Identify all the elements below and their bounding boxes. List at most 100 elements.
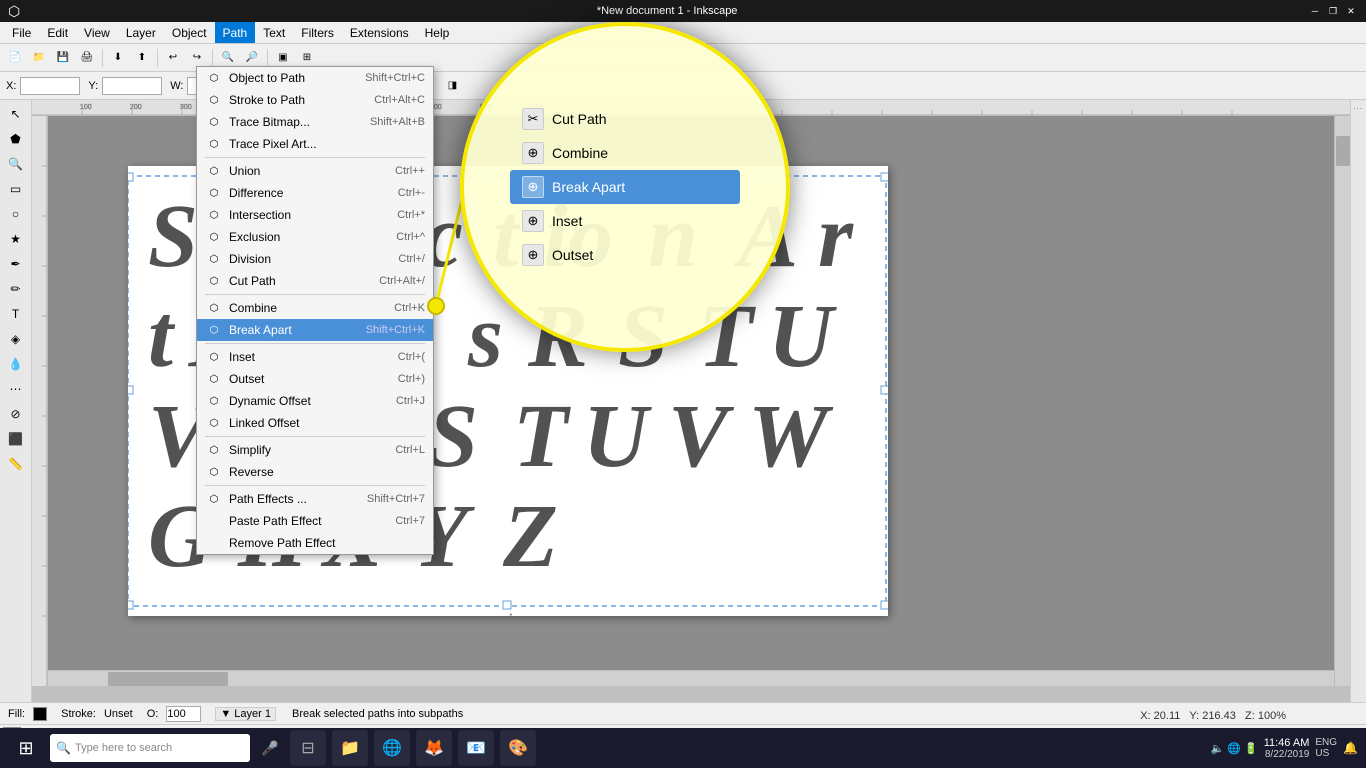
tooltip-combine[interactable]: ⊕ Combine (510, 136, 740, 170)
menu-item-path-effects[interactable]: ⬡ Path Effects ... Shift+Ctrl+7 (197, 488, 433, 510)
node-tool[interactable]: ⬟ (4, 127, 28, 151)
tooltip-inset-label: Inset (552, 213, 582, 229)
menu-item-combine[interactable]: ⬡ Combine Ctrl+K (197, 297, 433, 319)
save-button[interactable]: 💾 (52, 47, 74, 69)
menu-edit[interactable]: Edit (39, 22, 76, 43)
menu-filters[interactable]: Filters (293, 22, 342, 43)
scrollbar-vertical[interactable] (1334, 116, 1350, 686)
minimize-button[interactable]: ─ (1308, 4, 1322, 18)
new-button[interactable]: 📄 (4, 47, 26, 69)
dropper-tool[interactable]: 💧 (4, 352, 28, 376)
sep1 (102, 49, 103, 67)
menu-item-union[interactable]: ⬡ Union Ctrl++ (197, 160, 433, 182)
menu-item-remove-path-effect[interactable]: ⬡ Remove Path Effect (197, 532, 433, 554)
svg-text:U: U (583, 387, 652, 486)
y-input[interactable] (102, 77, 162, 95)
clock-time: 11:46 AM (1264, 737, 1310, 749)
tooltip-break-apart[interactable]: ⊕ Break Apart (510, 170, 740, 204)
menu-item-trace-pixel[interactable]: ⬡ Trace Pixel Art... (197, 133, 433, 155)
notifications-button[interactable]: 🔔 (1343, 741, 1358, 755)
coords-display: X: 20.11 Y: 216.43 Z: 100% (1140, 710, 1286, 722)
maximize-button[interactable]: ❐ (1326, 4, 1340, 18)
svg-text:V: V (668, 387, 735, 486)
menu-item-intersection[interactable]: ⬡ Intersection Ctrl+* (197, 204, 433, 226)
tooltip-combine-icon: ⊕ (522, 142, 544, 164)
taskbar-app-email[interactable]: 📧 (458, 730, 494, 766)
menu-item-simplify[interactable]: ⬡ Simplify Ctrl+L (197, 439, 433, 461)
open-button[interactable]: 📁 (28, 47, 50, 69)
rect-tool[interactable]: ▭ (4, 177, 28, 201)
menu-path[interactable]: Path (215, 22, 256, 43)
select-tool[interactable]: ↖ (4, 102, 28, 126)
menu-item-inset[interactable]: ⬡ Inset Ctrl+( (197, 346, 433, 368)
taskbar-voice-button[interactable]: 🎤 (256, 734, 284, 762)
menu-item-cut-path[interactable]: ⬡ Cut Path Ctrl+Alt+/ (197, 270, 433, 292)
status-message: Break selected paths into subpaths (292, 708, 463, 720)
circle-tool[interactable]: ○ (4, 202, 28, 226)
menu-extensions[interactable]: Extensions (342, 22, 417, 43)
gradient-tool[interactable]: ◈ (4, 327, 28, 351)
trace-bitmap-icon: ⬡ (205, 113, 223, 131)
star-tool[interactable]: ★ (4, 227, 28, 251)
pencil-tool[interactable]: ✏ (4, 277, 28, 301)
fill-tool[interactable]: ⬛ (4, 427, 28, 451)
align-right-button[interactable]: ◨ (441, 75, 463, 97)
tooltip-outset[interactable]: ⊕ Outset (510, 238, 740, 272)
menu-help[interactable]: Help (417, 22, 458, 43)
spray-tool[interactable]: ⋯ (4, 377, 28, 401)
tooltip-combine-label: Combine (552, 145, 608, 161)
menu-view[interactable]: View (76, 22, 118, 43)
intersection-icon: ⬡ (205, 206, 223, 224)
menu-object[interactable]: Object (164, 22, 215, 43)
taskbar-app-explorer[interactable]: 📁 (332, 730, 368, 766)
menu-item-dynamic-offset[interactable]: ⬡ Dynamic Offset Ctrl+J (197, 390, 433, 412)
simplify-icon: ⬡ (205, 441, 223, 459)
tooltip-cut-path[interactable]: ✂ Cut Path (510, 102, 740, 136)
clock: 11:46 AM 8/22/2019 (1264, 737, 1310, 760)
tooltip-inset[interactable]: ⊕ Inset (510, 204, 740, 238)
x-input[interactable]: 49.606 (20, 77, 80, 95)
scrollbar-horizontal[interactable] (48, 670, 1334, 686)
tooltip-outset-icon: ⊕ (522, 244, 544, 266)
menu-file[interactable]: File (4, 22, 39, 43)
menu-item-paste-path-effect[interactable]: ⬡ Paste Path Effect Ctrl+7 (197, 510, 433, 532)
print-button[interactable]: 🖨 (76, 47, 98, 69)
path-dropdown-menu: ⬡ Object to Path Shift+Ctrl+C ⬡ Stroke t… (196, 66, 434, 555)
menu-layer[interactable]: Layer (118, 22, 164, 43)
taskbar-search[interactable]: 🔍 Type here to search (50, 734, 250, 762)
linked-offset-icon: ⬡ (205, 414, 223, 432)
dynamic-offset-icon: ⬡ (205, 392, 223, 410)
eraser-tool[interactable]: ⊘ (4, 402, 28, 426)
menu-item-division[interactable]: ⬡ Division Ctrl+/ (197, 248, 433, 270)
zoom-tool[interactable]: 🔍 (4, 152, 28, 176)
close-button[interactable]: ✕ (1344, 4, 1358, 18)
menu-item-object-to-path[interactable]: ⬡ Object to Path Shift+Ctrl+C (197, 67, 433, 89)
zoom-level: 100% (1258, 710, 1286, 722)
text-tool[interactable]: T (4, 302, 28, 326)
taskbar-search-icon: 🔍 (56, 741, 71, 755)
menu-text[interactable]: Text (255, 22, 293, 43)
opacity-input[interactable] (166, 706, 201, 722)
menu-item-break-apart[interactable]: ⬡ Break Apart Shift+Ctrl+K (197, 319, 433, 341)
export-button[interactable]: ⬆ (131, 47, 153, 69)
import-button[interactable]: ⬇ (107, 47, 129, 69)
taskbar-app-taskview[interactable]: ⊟ (290, 730, 326, 766)
menu-item-trace-bitmap[interactable]: ⬡ Trace Bitmap... Shift+Alt+B (197, 111, 433, 133)
locale-display: ENG US (1315, 737, 1337, 759)
start-button[interactable]: ⊞ (8, 730, 44, 766)
measure-tool[interactable]: 📏 (4, 452, 28, 476)
menu-item-exclusion[interactable]: ⬡ Exclusion Ctrl+^ (197, 226, 433, 248)
taskbar-app-firefox[interactable]: 🦊 (416, 730, 452, 766)
pen-tool[interactable]: ✒ (4, 252, 28, 276)
menu-item-difference[interactable]: ⬡ Difference Ctrl+- (197, 182, 433, 204)
menu-item-stroke-to-path[interactable]: ⬡ Stroke to Path Ctrl+Alt+C (197, 89, 433, 111)
ruler-vertical (32, 116, 48, 686)
taskbar-app-inkscape[interactable]: 🎨 (500, 730, 536, 766)
menu-item-reverse[interactable]: ⬡ Reverse (197, 461, 433, 483)
undo-button[interactable]: ↩ (162, 47, 184, 69)
taskbar-app-edge[interactable]: 🌐 (374, 730, 410, 766)
svg-text:100: 100 (80, 104, 92, 111)
menu-item-outset[interactable]: ⬡ Outset Ctrl+) (197, 368, 433, 390)
tooltip-cut-path-label: Cut Path (552, 111, 606, 127)
menu-item-linked-offset[interactable]: ⬡ Linked Offset (197, 412, 433, 434)
